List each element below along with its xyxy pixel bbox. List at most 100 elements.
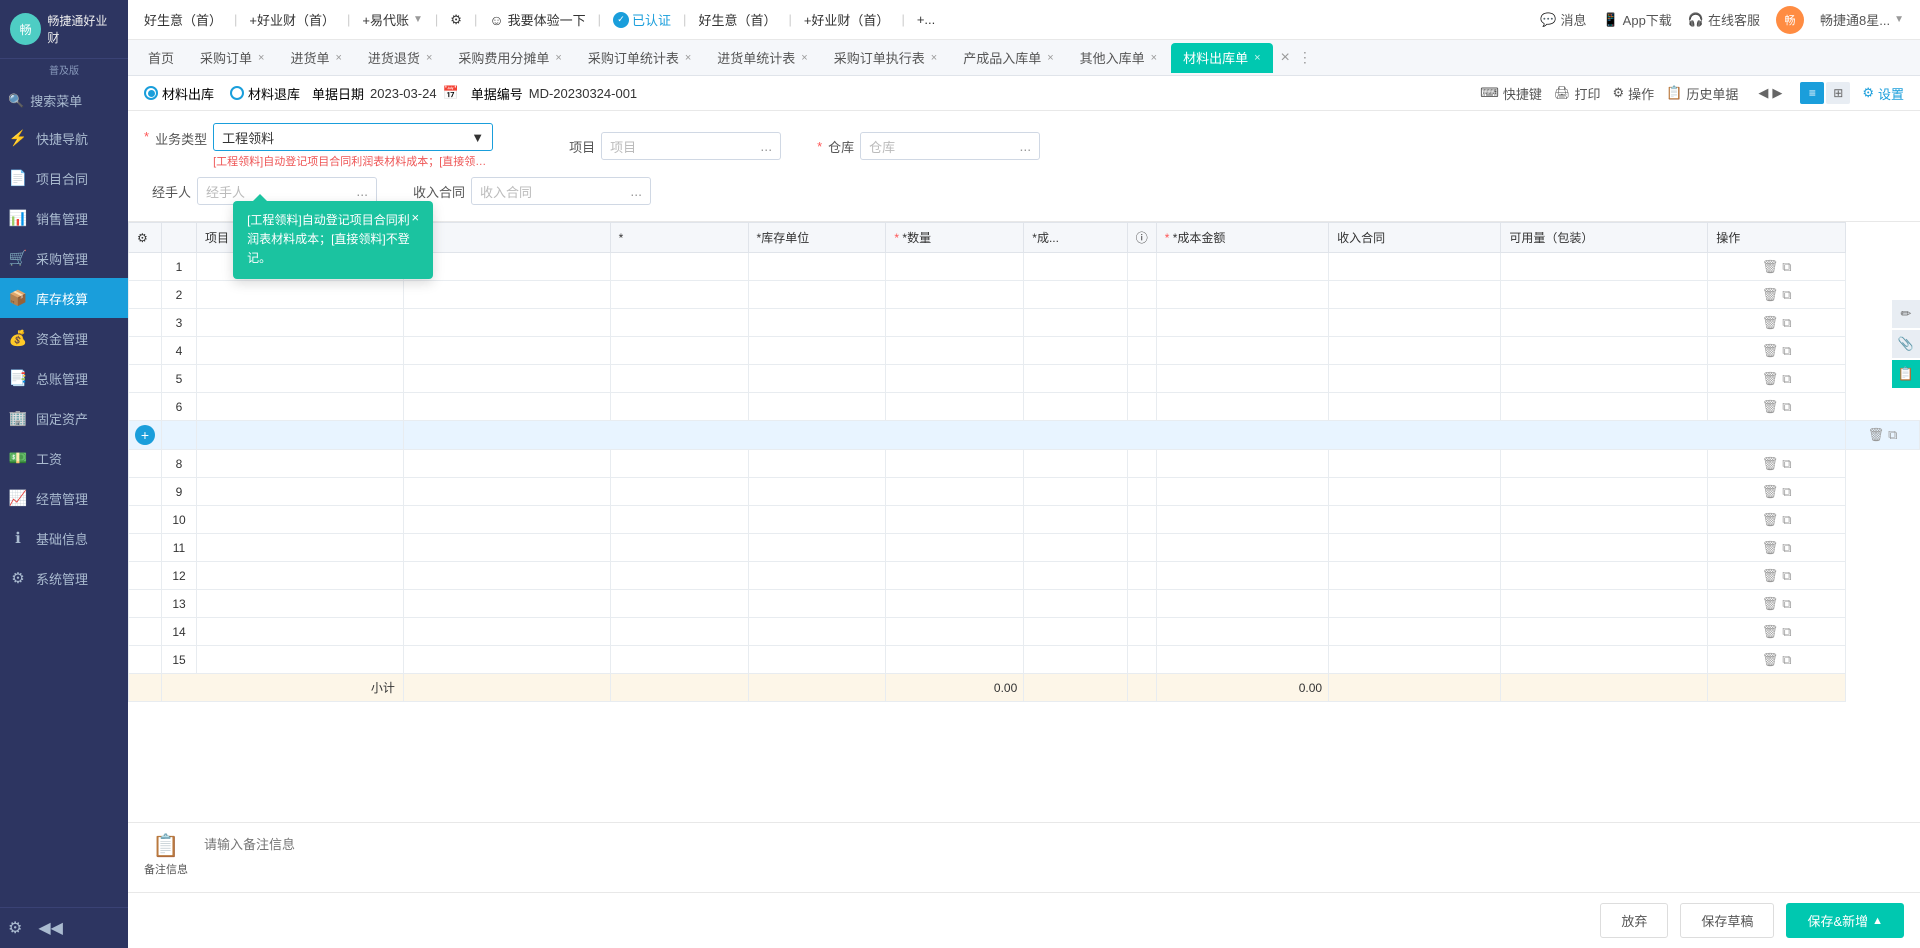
copy-row-btn[interactable]: ⧉ (1782, 596, 1791, 612)
col-settings[interactable]: ⚙ (129, 223, 162, 253)
add-row-btn[interactable]: + (135, 425, 155, 445)
grid-view-btn[interactable]: ⊞ (1826, 82, 1850, 104)
tab-close-icon[interactable]: × (1047, 52, 1053, 64)
sidebar-item-system[interactable]: ⚙ 系统管理 (0, 558, 128, 598)
delete-row-btn[interactable]: 🗑 (1762, 484, 1779, 500)
side-panel-edit-icon[interactable]: ✏ (1892, 300, 1920, 328)
tooltip-close-btn[interactable]: × (411, 211, 419, 224)
sidebar-item-finance[interactable]: 💰 资金管理 (0, 318, 128, 358)
tab-active-close-icon[interactable]: × (1254, 52, 1260, 64)
delete-row-btn[interactable]: 🗑 (1762, 315, 1779, 331)
tab-purchase-cost[interactable]: 采购费用分摊单× (446, 43, 573, 73)
tab-close-icon[interactable]: × (1151, 52, 1157, 64)
tab-scroll-close[interactable]: × (1281, 49, 1290, 67)
sidebar-item-quicknav[interactable]: ⚡ 快捷导航 (0, 118, 128, 158)
next-icon[interactable]: ▶ (1772, 85, 1782, 101)
topbar-haoyecai2[interactable]: +好业财（首） (804, 10, 890, 29)
tab-close-icon[interactable]: × (258, 52, 264, 64)
tab-incoming-stats[interactable]: 进货单统计表× (705, 43, 819, 73)
topbar-haoyecai[interactable]: +好业财（首） (249, 10, 335, 29)
copy-row-btn[interactable]: ⧉ (1888, 427, 1897, 443)
delete-row-btn[interactable]: 🗑 (1762, 343, 1779, 359)
delete-row-btn[interactable]: 🗑 (1762, 540, 1779, 556)
topbar-message[interactable]: 💬 消息 (1540, 10, 1586, 29)
sidebar-item-management[interactable]: 📈 经营管理 (0, 478, 128, 518)
project-dots-icon[interactable]: ... (760, 138, 772, 154)
delete-row-btn[interactable]: 🗑 (1762, 652, 1779, 668)
copy-row-btn[interactable]: ⧉ (1782, 315, 1791, 331)
copy-row-btn[interactable]: ⧉ (1782, 456, 1791, 472)
tab-close-icon[interactable]: × (685, 52, 691, 64)
income-contract-dots-icon[interactable]: ... (630, 183, 642, 199)
delete-row-btn[interactable]: 🗑 (1762, 624, 1779, 640)
settings-btn[interactable]: ⚙ 设置 (1862, 84, 1904, 103)
tab-incoming[interactable]: 进货单× (278, 43, 353, 73)
tab-finished-goods[interactable]: 产成品入库单× (951, 43, 1065, 73)
tab-home[interactable]: 首页 (136, 43, 186, 73)
project-input[interactable]: 项目 ... (601, 132, 781, 160)
sidebar-item-salary[interactable]: 💵 工资 (0, 438, 128, 478)
topbar-username[interactable]: 畅捷通8星... ▼ (1820, 10, 1904, 29)
sidebar-search[interactable]: 🔍 搜索菜单 (0, 83, 128, 118)
delete-row-btn[interactable]: 🗑 (1868, 427, 1885, 443)
copy-row-btn[interactable]: ⧉ (1782, 287, 1791, 303)
topbar-app-download[interactable]: 📱 App下载 (1602, 10, 1671, 29)
topbar-yidaizhang[interactable]: +易代账 ▼ (362, 10, 423, 29)
copy-row-btn[interactable]: ⧉ (1782, 484, 1791, 500)
tab-other-stock[interactable]: 其他入库单× (1068, 43, 1169, 73)
copy-row-btn[interactable]: ⧉ (1782, 371, 1791, 387)
col-cost-amount[interactable]: *成本金额 (1156, 223, 1328, 253)
collapse-icon[interactable]: ◀◀ (38, 918, 63, 938)
delete-row-btn[interactable]: 🗑 (1762, 596, 1779, 612)
topbar-haoshengyi2[interactable]: 好生意（首） (698, 10, 776, 29)
copy-row-btn[interactable]: ⧉ (1782, 399, 1791, 415)
col-quantity[interactable]: *数量 (886, 223, 1024, 253)
save-new-button[interactable]: 保存&新增 ▲ (1786, 903, 1904, 938)
col-income-contract[interactable]: 收入合同 (1329, 223, 1501, 253)
delete-row-btn[interactable]: 🗑 (1762, 568, 1779, 584)
prev-icon[interactable]: ◀ (1758, 85, 1768, 101)
radio-material-return[interactable]: 材料退库 (230, 84, 300, 103)
settings-icon[interactable]: ⚙ (8, 918, 22, 938)
col-cost-info[interactable]: ⓘ (1127, 223, 1156, 253)
delete-row-btn[interactable]: 🗑 (1762, 399, 1779, 415)
history-btn[interactable]: 📋 历史单据 (1666, 84, 1738, 103)
side-panel-active-icon[interactable]: 📋 (1892, 360, 1920, 388)
copy-row-btn[interactable]: ⧉ (1782, 568, 1791, 584)
income-contract-input[interactable]: 收入合同 ... (471, 177, 651, 205)
business-type-input[interactable]: 工程领料 ▼ (213, 123, 493, 151)
handler-dots-icon[interactable]: ... (356, 183, 368, 199)
radio-material-out[interactable]: 材料出库 (144, 84, 214, 103)
delete-row-btn[interactable]: 🗑 (1762, 371, 1779, 387)
side-panel-clip-icon[interactable]: 📎 (1892, 330, 1920, 358)
sidebar-item-purchase[interactable]: 🛒 采购管理 (0, 238, 128, 278)
tab-incoming-return[interactable]: 进货退货× (356, 43, 444, 73)
delete-row-btn[interactable]: 🗑 (1762, 512, 1779, 528)
sidebar-item-sales[interactable]: 📊 销售管理 (0, 198, 128, 238)
tab-purchase-stats[interactable]: 采购订单统计表× (576, 43, 703, 73)
save-draft-button[interactable]: 保存草稿 (1680, 903, 1774, 938)
copy-row-btn[interactable]: ⧉ (1782, 624, 1791, 640)
topbar-settings[interactable]: ⚙ (450, 12, 462, 28)
sidebar-item-project[interactable]: 📄 项目合同 (0, 158, 128, 198)
col-cost[interactable]: *成... (1024, 223, 1127, 253)
tab-close-icon[interactable]: × (931, 52, 937, 64)
tab-purchase-exec[interactable]: 采购订单执行表× (822, 43, 949, 73)
list-view-btn[interactable]: ≡ (1800, 82, 1824, 104)
delete-row-btn[interactable]: 🗑 (1762, 287, 1779, 303)
calendar-icon[interactable]: 📅 (443, 85, 459, 101)
print-btn[interactable]: 🖨 打印 (1554, 84, 1601, 103)
col-material[interactable]: * (403, 223, 610, 253)
copy-row-btn[interactable]: ⧉ (1782, 259, 1791, 275)
action-btn[interactable]: ⚙ 操作 (1612, 84, 1654, 103)
copy-row-btn[interactable]: ⧉ (1782, 540, 1791, 556)
topbar-haoshengyi[interactable]: 好生意（首） (144, 10, 222, 29)
discard-button[interactable]: 放弃 (1600, 903, 1668, 938)
shortcut-keys-btn[interactable]: ⌨ 快捷键 (1480, 84, 1542, 103)
save-new-arrow-icon[interactable]: ▲ (1872, 915, 1883, 927)
notes-input[interactable] (200, 833, 1904, 856)
sidebar-item-ledger[interactable]: 📑 总账管理 (0, 358, 128, 398)
tab-close-icon[interactable]: × (801, 52, 807, 64)
delete-row-btn[interactable]: 🗑 (1762, 259, 1779, 275)
topbar-more[interactable]: +... (917, 12, 935, 27)
